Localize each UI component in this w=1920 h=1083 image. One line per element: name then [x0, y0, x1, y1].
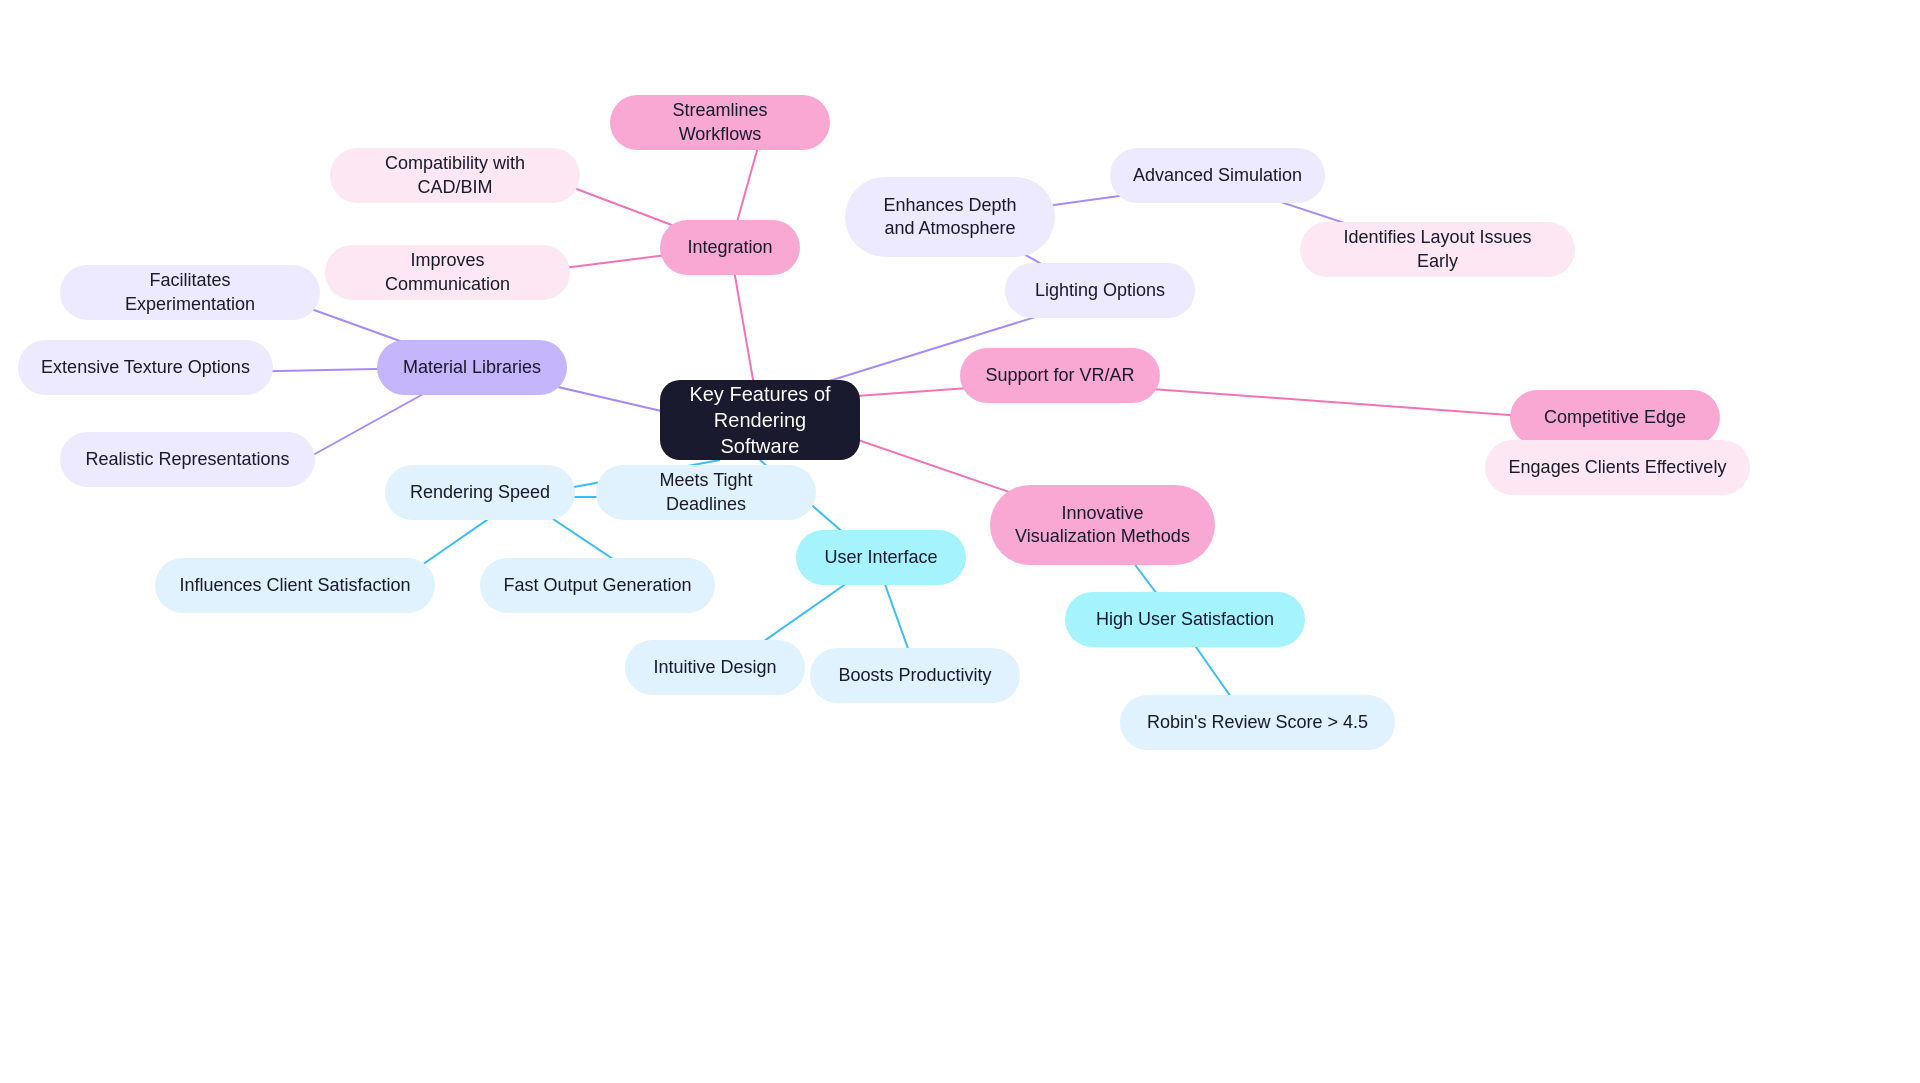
- material-libraries-node: Material Libraries: [377, 340, 567, 395]
- innovative-viz-node: Innovative Visualization Methods: [990, 485, 1215, 565]
- support-vr-ar-node: Support for VR/AR: [960, 348, 1160, 403]
- improves-communication-node: Improves Communication: [325, 245, 570, 300]
- enhances-depth-node: Enhances Depth and Atmosphere: [845, 177, 1055, 257]
- user-interface-node: User Interface: [796, 530, 966, 585]
- intuitive-design-node: Intuitive Design: [625, 640, 805, 695]
- advanced-simulation-node: Advanced Simulation: [1110, 148, 1325, 203]
- facilitates-node: Facilitates Experimentation: [60, 265, 320, 320]
- high-user-satisfaction-node: High User Satisfaction: [1065, 592, 1305, 647]
- influences-client-node: Influences Client Satisfaction: [155, 558, 435, 613]
- engages-clients-node: Engages Clients Effectively: [1485, 440, 1750, 495]
- realistic-representations-node: Realistic Representations: [60, 432, 315, 487]
- fast-output-node: Fast Output Generation: [480, 558, 715, 613]
- robins-review-node: Robin's Review Score > 4.5: [1120, 695, 1395, 750]
- identifies-layout-node: Identifies Layout Issues Early: [1300, 222, 1575, 277]
- streamlines-workflows-node: Streamlines Workflows: [610, 95, 830, 150]
- meets-tight-deadlines-node: Meets Tight Deadlines: [596, 465, 816, 520]
- compatibility-node: Compatibility with CAD/BIM: [330, 148, 580, 203]
- center-node: Key Features of Rendering Software: [660, 380, 860, 460]
- rendering-speed-node: Rendering Speed: [385, 465, 575, 520]
- extensive-texture-node: Extensive Texture Options: [18, 340, 273, 395]
- integration-node: Integration: [660, 220, 800, 275]
- boosts-productivity-node: Boosts Productivity: [810, 648, 1020, 703]
- lighting-options-node: Lighting Options: [1005, 263, 1195, 318]
- competitive-edge-node: Competitive Edge: [1510, 390, 1720, 445]
